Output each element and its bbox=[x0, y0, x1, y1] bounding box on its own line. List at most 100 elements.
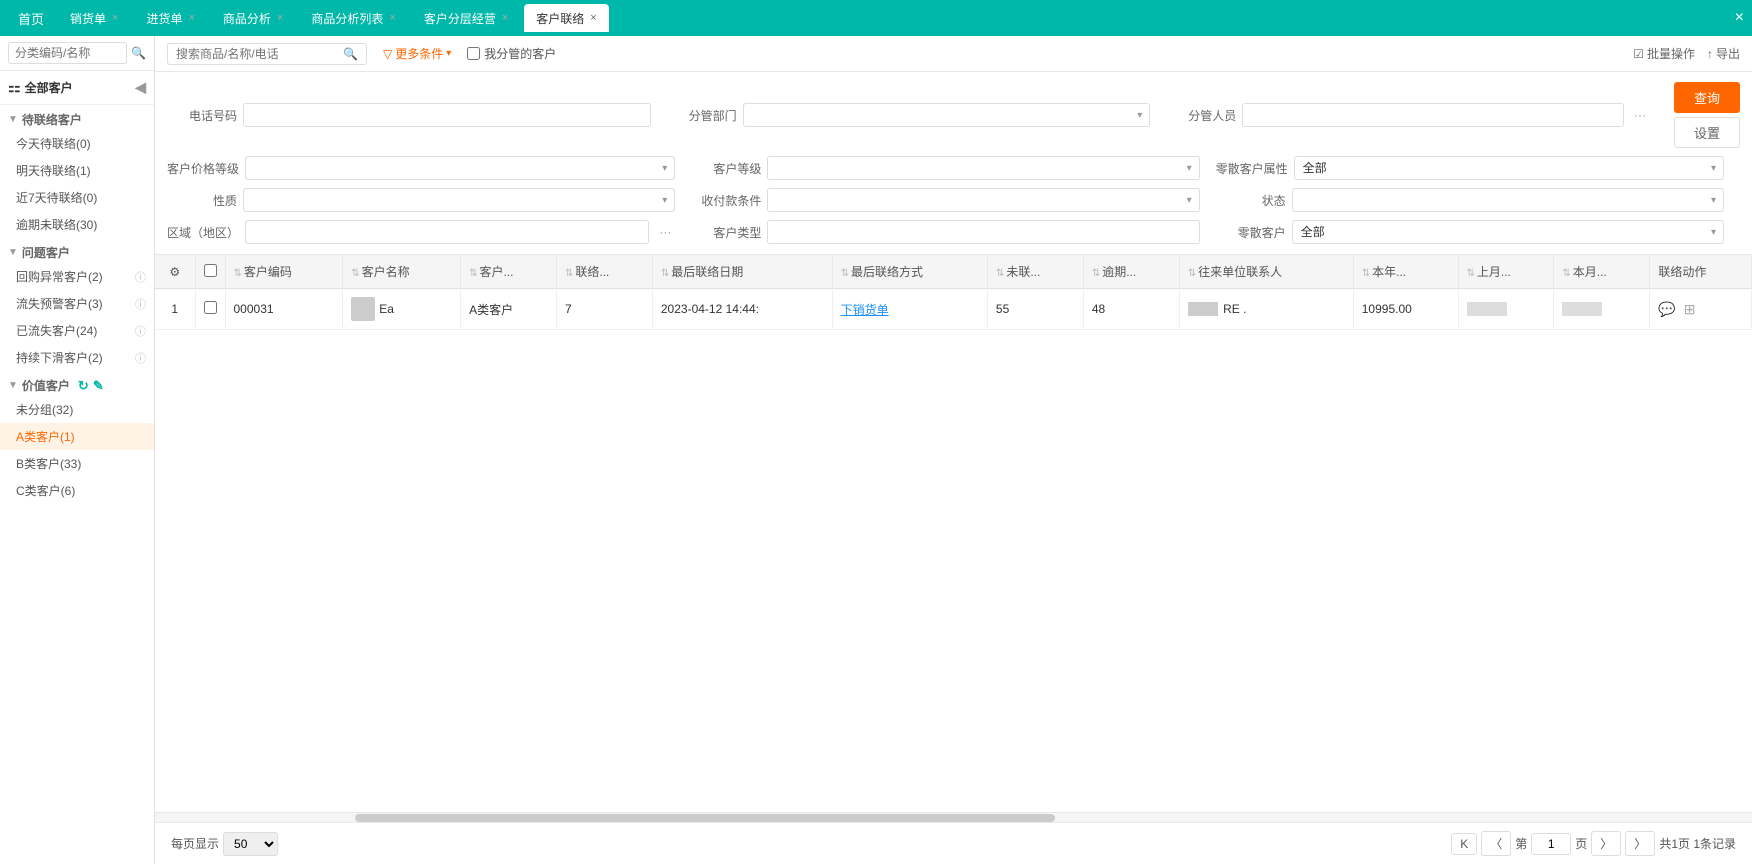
th-checkbox bbox=[195, 255, 225, 289]
table-row: 1 000031 Ea A类客户 7 202 bbox=[155, 289, 1752, 330]
filter-dept-select[interactable] bbox=[743, 103, 1151, 127]
contact-person-text: RE . bbox=[1223, 302, 1246, 316]
sidebar-item-tomorrow[interactable]: 明天待联络(1) bbox=[0, 157, 154, 184]
filter-row-3: 性质 ▾ 收付款条件 ▾ bbox=[167, 188, 1740, 212]
th-year-amount[interactable]: ⇅本年... bbox=[1353, 255, 1458, 289]
sidebar-item-c-class[interactable]: C类客户(6) bbox=[0, 477, 154, 504]
th-last-date[interactable]: ⇅最后联络日期 bbox=[652, 255, 832, 289]
sidebar-item-churn-warning[interactable]: 流失预警客户(3) ⓘ bbox=[0, 290, 154, 317]
th-overdue[interactable]: ⇅逾期... bbox=[1083, 255, 1179, 289]
th-no-contact[interactable]: ⇅未联... bbox=[987, 255, 1083, 289]
th-type[interactable]: ⇅客户... bbox=[461, 255, 557, 289]
th-last-method[interactable]: ⇅最后联络方式 bbox=[832, 255, 987, 289]
table-header-row: ⚙ ⇅客户编码 ⇅客户名称 ⇅客户... bbox=[155, 255, 1752, 289]
filter-status-select[interactable] bbox=[1292, 188, 1724, 212]
edit-icon[interactable]: ✎ bbox=[93, 378, 104, 394]
row-checkbox[interactable] bbox=[204, 301, 217, 314]
my-customers-checkbox[interactable] bbox=[467, 47, 480, 60]
more-filters-button[interactable]: ▽ 更多条件 ▾ bbox=[375, 42, 459, 65]
chat-icon[interactable]: 💬 bbox=[1658, 301, 1675, 318]
select-all-checkbox[interactable] bbox=[204, 264, 217, 277]
page-number-input[interactable] bbox=[1531, 833, 1571, 855]
query-button[interactable]: 查询 bbox=[1674, 82, 1740, 113]
sidebar-search-input[interactable] bbox=[8, 42, 127, 64]
filter-price-level-select[interactable] bbox=[245, 156, 675, 180]
last-page-button[interactable]: 〉 bbox=[1625, 831, 1655, 856]
last-month-block bbox=[1467, 302, 1507, 316]
close-all-button[interactable]: × bbox=[1735, 9, 1744, 27]
more-dots-icon[interactable]: ··· bbox=[655, 225, 675, 239]
sidebar-group-problem[interactable]: ▼ 问题客户 bbox=[0, 238, 154, 263]
export-button[interactable]: ↑ 导出 bbox=[1707, 45, 1740, 62]
filter-retail-attr-select[interactable]: 全部 bbox=[1294, 156, 1724, 180]
sidebar-group-value[interactable]: ▼ 价值客户 ↻ ✎ bbox=[0, 371, 154, 396]
search-icon[interactable]: 🔍 bbox=[131, 46, 146, 60]
more-dots-icon[interactable]: ··· bbox=[1630, 108, 1650, 122]
all-customers-header[interactable]: ⚏ 全部客户 ◀ bbox=[0, 71, 154, 105]
sidebar-item-no-group[interactable]: 未分组(32) bbox=[0, 396, 154, 423]
settings-icon[interactable]: ⚙ bbox=[169, 265, 180, 279]
sort-icon: ⇅ bbox=[469, 268, 477, 279]
close-icon[interactable]: × bbox=[188, 12, 194, 24]
sidebar-item-7days[interactable]: 近7天待联络(0) bbox=[0, 184, 154, 211]
close-icon[interactable]: × bbox=[502, 12, 508, 24]
th-last-month[interactable]: ⇅上月... bbox=[1458, 255, 1554, 289]
my-customers-checkbox-label[interactable]: 我分管的客户 bbox=[467, 45, 556, 62]
th-this-month[interactable]: ⇅本月... bbox=[1554, 255, 1650, 289]
nav-tab-sales[interactable]: 销货单 × bbox=[58, 4, 130, 32]
filter-phone-input[interactable] bbox=[243, 103, 651, 127]
horizontal-scrollbar[interactable] bbox=[155, 812, 1752, 822]
sidebar-item-a-class[interactable]: A类客户(1) bbox=[0, 423, 154, 450]
nav-home[interactable]: 首页 bbox=[8, 5, 54, 32]
sidebar-item-churned[interactable]: 已流失客户(24) ⓘ bbox=[0, 317, 154, 344]
grid-icon[interactable]: ⊞ bbox=[1684, 301, 1696, 318]
filter-region-input[interactable] bbox=[245, 220, 649, 244]
nav-tab-analysis[interactable]: 商品分析 × bbox=[211, 4, 295, 32]
sidebar-group-pending[interactable]: ▼ 待联络客户 bbox=[0, 105, 154, 130]
th-contact-person[interactable]: ⇅往来单位联系人 bbox=[1179, 255, 1353, 289]
sidebar-item-repurchase-abnormal[interactable]: 回购异常客户(2) ⓘ bbox=[0, 263, 154, 290]
filter-person-input[interactable] bbox=[1242, 103, 1624, 127]
first-page-button[interactable]: K bbox=[1451, 833, 1477, 855]
this-month-block bbox=[1562, 302, 1602, 316]
nav-tab-purchase[interactable]: 进货单 × bbox=[134, 4, 206, 32]
settings-button[interactable]: 设置 bbox=[1674, 117, 1740, 148]
td-checkbox bbox=[195, 289, 225, 330]
per-page-select[interactable]: 50 100 bbox=[223, 832, 278, 856]
filter-customer-level-select[interactable] bbox=[767, 156, 1199, 180]
prev-page-button[interactable]: 〈 bbox=[1481, 831, 1511, 856]
close-icon[interactable]: × bbox=[590, 12, 596, 24]
refresh-icon[interactable]: ↻ bbox=[78, 378, 89, 394]
last-method-link[interactable]: 下销货单 bbox=[841, 303, 889, 317]
chevron-down-icon: ▾ bbox=[446, 48, 451, 59]
filter-cell-customer-level: 客户等级 ▾ bbox=[691, 156, 1215, 180]
collapse-icon[interactable]: ◀ bbox=[135, 79, 146, 96]
filter-label-retail: 零散客户 bbox=[1216, 224, 1286, 241]
batch-button[interactable]: ☑ 批量操作 bbox=[1633, 45, 1695, 62]
sidebar-item-today[interactable]: 今天待联络(0) bbox=[0, 130, 154, 157]
td-action: 💬 ⊞ bbox=[1650, 289, 1752, 330]
filter-retail-select[interactable]: 全部 bbox=[1292, 220, 1724, 244]
th-code[interactable]: ⇅客户编码 bbox=[225, 255, 343, 289]
sidebar-item-overdue[interactable]: 逾期未联络(30) bbox=[0, 211, 154, 238]
th-contact-count[interactable]: ⇅联络... bbox=[556, 255, 652, 289]
filter-nature-select[interactable] bbox=[243, 188, 675, 212]
nav-tab-analysis-list[interactable]: 商品分析列表 × bbox=[299, 4, 407, 32]
close-icon[interactable]: × bbox=[112, 12, 118, 24]
footer-right: K 〈 第 页 〉 〉 共1页 1条记录 bbox=[1451, 831, 1736, 856]
th-name[interactable]: ⇅客户名称 bbox=[343, 255, 461, 289]
search-input[interactable] bbox=[176, 47, 339, 61]
filter-payment-select[interactable] bbox=[767, 188, 1199, 212]
sidebar-item-declining[interactable]: 持续下滑客户(2) ⓘ bbox=[0, 344, 154, 371]
search-icon[interactable]: 🔍 bbox=[343, 47, 358, 61]
close-icon[interactable]: × bbox=[277, 12, 283, 24]
td-this-month bbox=[1554, 289, 1650, 330]
filter-customer-type-input[interactable] bbox=[767, 220, 1199, 244]
nav-tab-customer-contact[interactable]: 客户联络 × bbox=[524, 4, 608, 32]
close-icon[interactable]: × bbox=[389, 12, 395, 24]
table-wrap: ⚙ ⇅客户编码 ⇅客户名称 ⇅客户... bbox=[155, 255, 1752, 812]
scrollbar-thumb[interactable] bbox=[355, 814, 1055, 822]
nav-tab-customer-segment[interactable]: 客户分层经营 × bbox=[412, 4, 520, 32]
next-page-button[interactable]: 〉 bbox=[1591, 831, 1621, 856]
sidebar-item-b-class[interactable]: B类客户(33) bbox=[0, 450, 154, 477]
